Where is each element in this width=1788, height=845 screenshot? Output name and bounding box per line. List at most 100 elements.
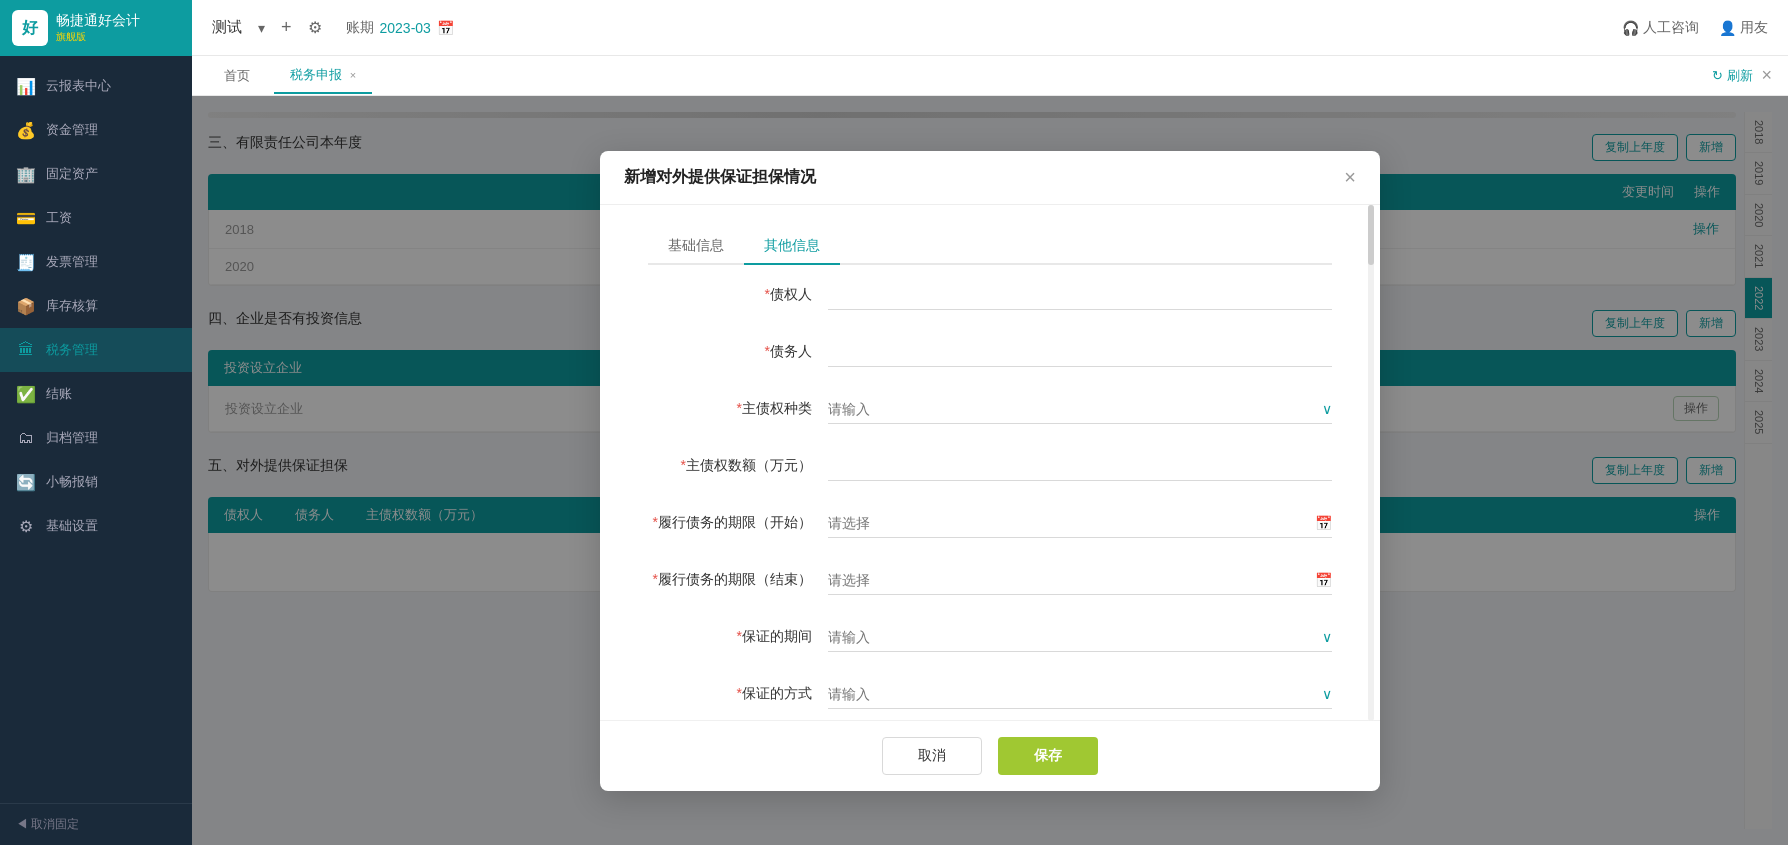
guarantee-period-input[interactable] xyxy=(828,623,1322,651)
guarantee-method-field-row: *保证的方式 ∨ xyxy=(648,680,1332,709)
debt-amount-input[interactable] xyxy=(828,452,1332,481)
xiaochang-icon: 🔄 xyxy=(16,472,36,492)
period-end-date-wrap: 📅 xyxy=(828,566,1332,595)
debt-amount-input-wrap xyxy=(828,452,1332,481)
save-button[interactable]: 保存 xyxy=(998,737,1098,775)
sidebar-item-settings[interactable]: ⚙ 基础设置 xyxy=(0,504,192,548)
debt-type-input[interactable] xyxy=(828,395,1322,423)
modal-header: 新增对外提供保证担保情况 × xyxy=(600,151,1380,205)
logo-icon: 好 xyxy=(12,10,48,46)
tab-close-icon[interactable]: × xyxy=(350,69,356,81)
guarantee-method-input[interactable] xyxy=(828,680,1322,708)
content-area: 三、有限责任公司本年度 复制上年度 新增 变更时间 操作 xyxy=(192,96,1788,845)
add-guarantee-modal: 新增对外提供保证担保情况 × 基础信息 其他信息 xyxy=(600,151,1380,791)
period-end-calendar-icon[interactable]: 📅 xyxy=(1315,572,1332,588)
period-start-input[interactable] xyxy=(828,509,1315,537)
calendar-icon[interactable]: 📅 xyxy=(437,20,454,36)
service-label: 人工咨询 xyxy=(1643,19,1699,37)
guarantee-method-dropdown-icon[interactable]: ∨ xyxy=(1322,686,1332,702)
logo-text: 畅捷通好会计 xyxy=(56,12,140,29)
modal-scrollbar[interactable] xyxy=(1368,205,1374,721)
cloud-report-icon: 📊 xyxy=(16,76,36,96)
period-end-label: *履行债务的期限（结束） xyxy=(648,571,828,589)
user-icon: 👤 xyxy=(1719,20,1736,36)
refresh-button[interactable]: ↻ 刷新 xyxy=(1712,67,1753,85)
user-label: 用友 xyxy=(1740,19,1768,37)
sidebar-item-inventory[interactable]: 📦 库存核算 xyxy=(0,284,192,328)
refresh-icon: ↻ xyxy=(1712,68,1723,83)
form-tabs: 基础信息 其他信息 xyxy=(648,229,1332,265)
sidebar-footer[interactable]: ◀ 取消固定 xyxy=(0,803,192,845)
settings-gear-icon[interactable]: ⚙ xyxy=(308,18,322,37)
modal-scrollbar-thumb xyxy=(1368,205,1374,265)
period-area: 账期 2023-03 📅 xyxy=(346,19,454,37)
settings-icon: ⚙ xyxy=(16,516,36,536)
sidebar-item-cloud-report[interactable]: 📊 云报表中心 xyxy=(0,64,192,108)
customer-service-button[interactable]: 🎧 人工咨询 xyxy=(1622,19,1699,37)
period-start-date-wrap: 📅 xyxy=(828,509,1332,538)
creditor-input[interactable] xyxy=(828,281,1332,310)
archive-icon: 🗂 xyxy=(16,428,36,448)
sidebar-footer-label: ◀ 取消固定 xyxy=(16,816,79,833)
debt-type-field-row: *主债权种类 ∨ xyxy=(648,395,1332,424)
sidebar-item-fund-mgmt[interactable]: 💰 资金管理 xyxy=(0,108,192,152)
debt-type-dropdown-icon[interactable]: ∨ xyxy=(1322,401,1332,417)
guarantee-period-label: *保证的期间 xyxy=(648,628,828,646)
invoice-icon: 🧾 xyxy=(16,252,36,272)
logo-area: 好 畅捷通好会计 旗舰版 xyxy=(0,0,192,56)
fixed-assets-icon: 🏢 xyxy=(16,164,36,184)
modal-close-button[interactable]: × xyxy=(1344,167,1356,187)
debtor-field-row: *债务人 xyxy=(648,338,1332,367)
tax-icon: 🏛 xyxy=(16,340,36,360)
modal-title: 新增对外提供保证担保情况 xyxy=(624,167,816,188)
form-tab-basic[interactable]: 基础信息 xyxy=(648,229,744,265)
debtor-input[interactable] xyxy=(828,338,1332,367)
sidebar-item-xiaochang[interactable]: 🔄 小畅报销 xyxy=(0,460,192,504)
sidebar-nav: 📊 云报表中心 💰 资金管理 🏢 固定资产 💳 工资 🧾 发票管理 📦 xyxy=(0,56,192,803)
debtor-label: *债务人 xyxy=(648,343,828,361)
tab-home[interactable]: 首页 xyxy=(208,59,266,93)
logo-badge: 旗舰版 xyxy=(56,30,140,44)
sidebar-item-invoice[interactable]: 🧾 发票管理 xyxy=(0,240,192,284)
sidebar-item-payroll[interactable]: 💳 工资 xyxy=(0,196,192,240)
tabs-bar: 首页 税务申报 × ↻ 刷新 × xyxy=(192,56,1788,96)
sidebar-label-cloud-report: 云报表中心 xyxy=(46,77,111,95)
guarantee-period-field-row: *保证的期间 ∨ xyxy=(648,623,1332,652)
sidebar-label-archive: 归档管理 xyxy=(46,429,98,447)
sidebar-item-closing[interactable]: ✅ 结账 xyxy=(0,372,192,416)
debt-type-label: *主债权种类 xyxy=(648,400,828,418)
modal-footer: 取消 保存 xyxy=(600,720,1380,791)
topbar: 测试 ▾ + ⚙ 账期 2023-03 📅 🎧 人工咨询 👤 用友 xyxy=(192,0,1788,56)
guarantee-method-label: *保证的方式 xyxy=(648,685,828,703)
sidebar-label-inventory: 库存核算 xyxy=(46,297,98,315)
period-start-field-row: *履行债务的期限（开始） 📅 xyxy=(648,509,1332,538)
modal-overlay: 新增对外提供保证担保情况 × 基础信息 其他信息 xyxy=(192,96,1788,845)
sidebar-item-fixed-assets[interactable]: 🏢 固定资产 xyxy=(0,152,192,196)
sidebar-label-fund-mgmt: 资金管理 xyxy=(46,121,98,139)
period-label: 账期 xyxy=(346,19,374,37)
debtor-input-wrap xyxy=(828,338,1332,367)
guarantee-period-dropdown-icon[interactable]: ∨ xyxy=(1322,629,1332,645)
cancel-button[interactable]: 取消 xyxy=(882,737,982,775)
period-end-field-row: *履行债务的期限（结束） 📅 xyxy=(648,566,1332,595)
add-icon[interactable]: + xyxy=(281,17,292,38)
sidebar-item-tax[interactable]: 🏛 税务管理 xyxy=(0,328,192,372)
creditor-input-wrap xyxy=(828,281,1332,310)
headset-icon: 🎧 xyxy=(1622,20,1639,36)
sidebar-item-archive[interactable]: 🗂 归档管理 xyxy=(0,416,192,460)
sidebar-label-fixed-assets: 固定资产 xyxy=(46,165,98,183)
payroll-icon: 💳 xyxy=(16,208,36,228)
period-end-input[interactable] xyxy=(828,566,1315,594)
closing-icon: ✅ xyxy=(16,384,36,404)
period-start-calendar-icon[interactable]: 📅 xyxy=(1315,515,1332,531)
user-menu-button[interactable]: 👤 用友 xyxy=(1719,19,1768,37)
sidebar-label-tax: 税务管理 xyxy=(46,341,98,359)
company-dropdown-icon[interactable]: ▾ xyxy=(258,20,265,36)
form-tab-other[interactable]: 其他信息 xyxy=(744,229,840,265)
sidebar: 好 畅捷通好会计 旗舰版 📊 云报表中心 💰 资金管理 🏢 固定资产 💳 工资 xyxy=(0,0,192,845)
tab-tax-report[interactable]: 税务申报 × xyxy=(274,58,372,94)
debt-type-select-wrap: ∨ xyxy=(828,395,1332,424)
topbar-right: 🎧 人工咨询 👤 用友 xyxy=(1622,19,1768,37)
panel-close-icon[interactable]: × xyxy=(1761,65,1772,86)
sidebar-label-payroll: 工资 xyxy=(46,209,72,227)
